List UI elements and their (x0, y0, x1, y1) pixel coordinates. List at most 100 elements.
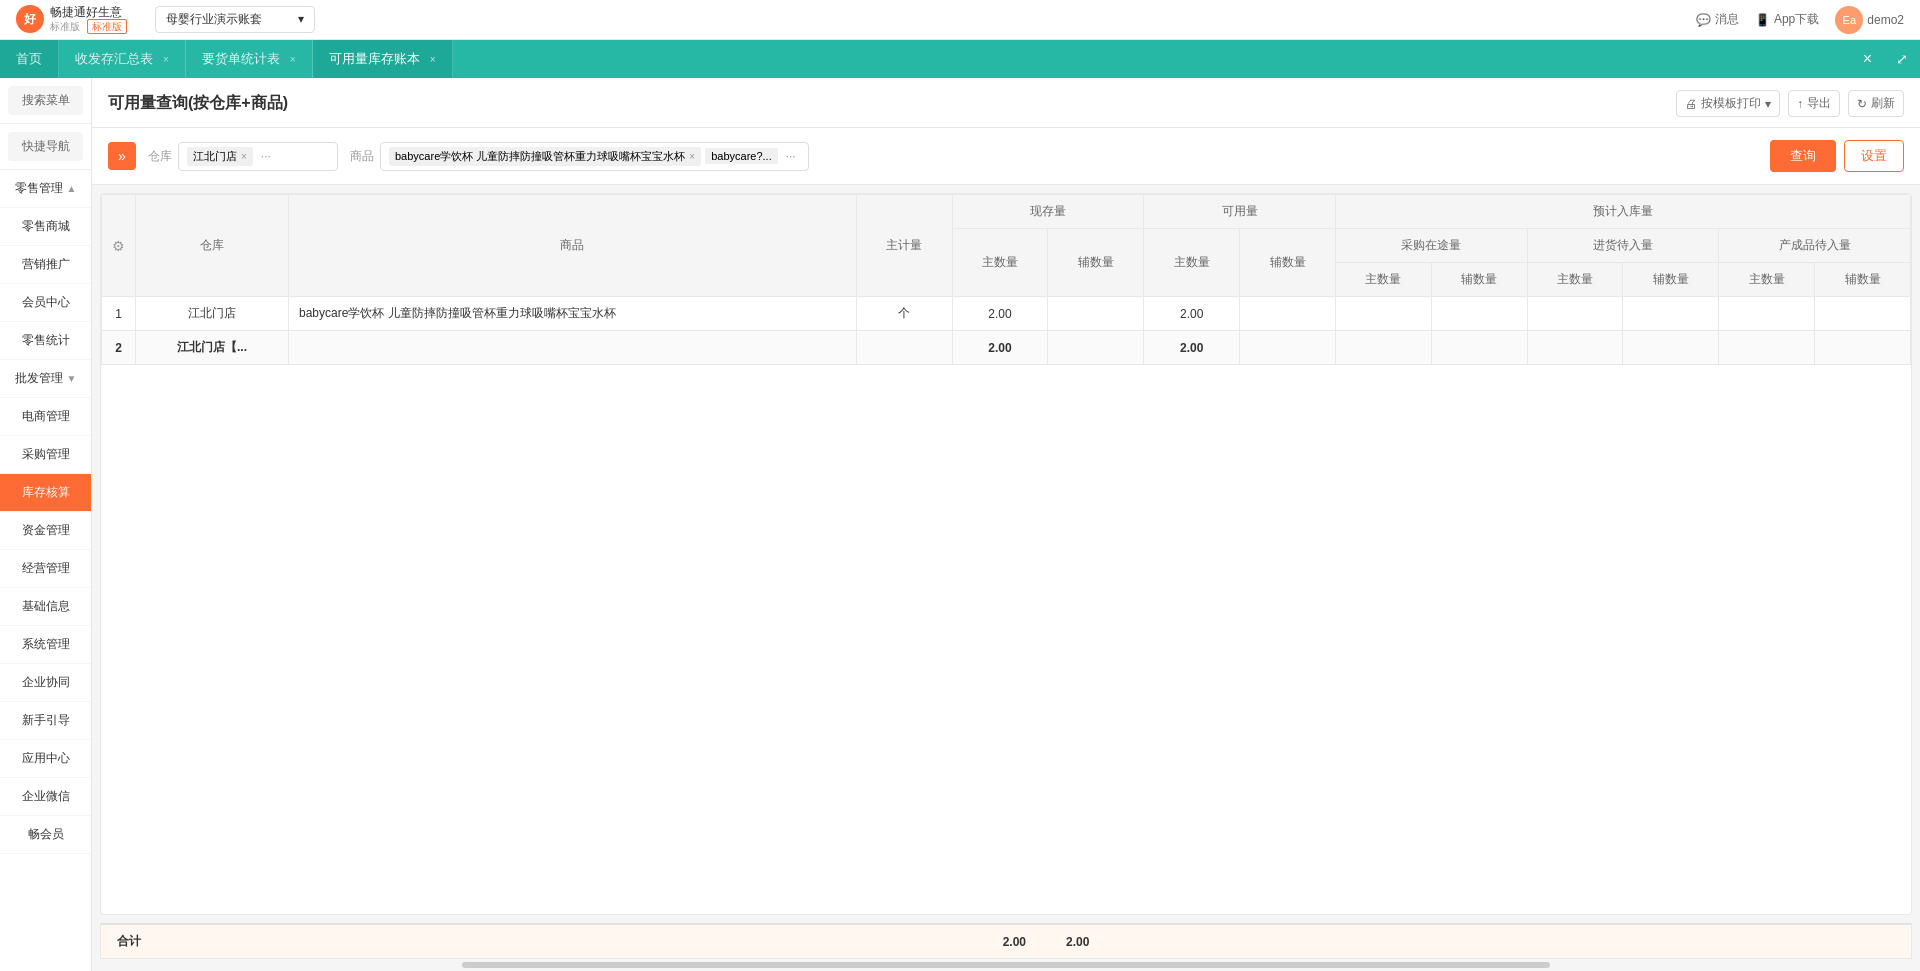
row2-unit (856, 331, 952, 365)
export-icon: ↑ (1797, 97, 1803, 111)
logo-text-block: 畅捷通好生意 标准版 标准版 (50, 5, 127, 33)
horizontal-scrollbar[interactable] (92, 959, 1920, 971)
refresh-label: 刷新 (1871, 95, 1895, 112)
product-filter-group: 商品 babycare学饮杯 儿童防摔防撞吸管杯重力球吸嘴杯宝宝水杯 × bab… (350, 142, 809, 171)
logo-text: 畅捷通好生意 (50, 5, 127, 19)
settings-btn[interactable]: 设置 (1844, 140, 1904, 172)
nav-expand-btn[interactable]: ⤢ (1884, 40, 1920, 78)
tab-home[interactable]: 首页 (0, 40, 59, 78)
page-header: 可用量查询(按仓库+商品) 🖨 按模板打印 ▾ ↑ 导出 ↻ 刷新 (92, 78, 1920, 128)
col-inbound-aux-header: 辅数量 (1623, 263, 1719, 297)
row1-index: 1 (102, 297, 136, 331)
query-btn[interactable]: 查询 (1770, 140, 1836, 172)
filter-bar: » 仓库 江北门店 × ··· 商品 babycare学饮杯 儿童防摔防撞吸管杯… (92, 128, 1920, 185)
table-row: 2 江北门店【... 2.00 2.00 (102, 331, 1911, 365)
app-download-btn[interactable]: 📱 App下载 (1755, 11, 1819, 28)
total-avail-main: 2.00 (1066, 935, 1089, 949)
sidebar-item-ecommerce[interactable]: 电商管理 (0, 398, 91, 436)
sidebar-item-vip[interactable]: 畅会员 (0, 816, 91, 854)
export-btn[interactable]: ↑ 导出 (1788, 90, 1840, 117)
row1-warehouse: 江北门店 (136, 297, 289, 331)
inventory-tab-close[interactable]: × (430, 54, 436, 65)
col-unit-header: 主计量 (856, 195, 952, 297)
logo-icon: 好 (16, 5, 44, 33)
sidebar-item-purchase[interactable]: 采购管理 (0, 436, 91, 474)
sidebar-item-wholesale-mgmt[interactable]: 批发管理 ▼ (0, 360, 91, 398)
row1-stock-aux (1048, 297, 1144, 331)
print-btn[interactable]: 🖨 按模板打印 ▾ (1676, 90, 1780, 117)
avatar: Ea (1835, 6, 1863, 34)
table-settings-icon[interactable]: ⚙ (112, 238, 125, 254)
quick-nav-btn[interactable]: 快捷导航 (8, 132, 83, 161)
orders-tab-close[interactable]: × (290, 54, 296, 65)
col-warehouse-header: 仓库 (136, 195, 289, 297)
sidebar-item-enterprise[interactable]: 企业协同 (0, 664, 91, 702)
member-center-label: 会员中心 (22, 294, 70, 311)
product-filter-tag1: babycare学饮杯 儿童防摔防撞吸管杯重力球吸嘴杯宝宝水杯 × (389, 147, 701, 166)
warehouse-filter-dots[interactable]: ··· (257, 149, 275, 163)
marketing-label: 营销推广 (22, 256, 70, 273)
message-btn[interactable]: 💬 消息 (1696, 11, 1739, 28)
sidebar-item-system[interactable]: 系统管理 (0, 626, 91, 664)
footer-total: 合计 2.00 2.00 (100, 923, 1912, 959)
sidebar-item-operations[interactable]: 经营管理 (0, 550, 91, 588)
search-menu-btn[interactable]: 搜索菜单 (8, 86, 83, 115)
sidebar-item-new-guide[interactable]: 新手引导 (0, 702, 91, 740)
col-purchase-main-header: 主数量 (1335, 263, 1431, 297)
print-label: 按模板打印 (1701, 95, 1761, 112)
tab-orders[interactable]: 要货单统计表 × (186, 40, 313, 78)
row1-avail-main: 2.00 (1144, 297, 1240, 331)
ecommerce-label: 电商管理 (22, 408, 70, 425)
finance-label: 资金管理 (22, 522, 70, 539)
tab-inventory[interactable]: 可用量库存账本 × (313, 40, 453, 78)
sidebar-item-marketing[interactable]: 营销推广 (0, 246, 91, 284)
system-label: 系统管理 (22, 636, 70, 653)
warehouse-filter-tag: 江北门店 × (187, 147, 253, 166)
row2-purchase-main (1335, 331, 1431, 365)
vip-label: 畅会员 (28, 826, 64, 843)
warehouse-tag-remove[interactable]: × (241, 151, 247, 162)
sidebar-item-member-center[interactable]: 会员中心 (0, 284, 91, 322)
sidebar-item-basic-info[interactable]: 基础信息 (0, 588, 91, 626)
row1-inbound-main (1527, 297, 1623, 331)
sidebar-item-finance[interactable]: 资金管理 (0, 512, 91, 550)
top-bar: 好 畅捷通好生意 标准版 标准版 母婴行业演示账套 ▾ 💬 消息 📱 App下载… (0, 0, 1920, 40)
row1-production-main (1719, 297, 1815, 331)
sidebar-item-retail-mall[interactable]: 零售商城 (0, 208, 91, 246)
row2-warehouse: 江北门店【... (136, 331, 289, 365)
store-selector[interactable]: 母婴行业演示账套 ▾ (155, 6, 315, 33)
sidebar-search: 搜索菜单 (0, 78, 91, 124)
row2-inbound-main (1527, 331, 1623, 365)
product-tag-value2: babycare?... (711, 150, 772, 162)
product-filter-input[interactable]: babycare学饮杯 儿童防摔防撞吸管杯重力球吸嘴杯宝宝水杯 × babyca… (380, 142, 809, 171)
purchase-label: 采购管理 (22, 446, 70, 463)
message-label: 消息 (1715, 11, 1739, 28)
warehouse-filter-input[interactable]: 江北门店 × ··· (178, 142, 338, 171)
row1-inbound-aux (1623, 297, 1719, 331)
filter-toggle-btn[interactable]: » (108, 142, 136, 170)
sidebar-item-retail-stats[interactable]: 零售统计 (0, 322, 91, 360)
message-icon: 💬 (1696, 13, 1711, 27)
print-icon: 🖨 (1685, 97, 1697, 111)
tab-receipts[interactable]: 收发存汇总表 × (59, 40, 186, 78)
receipts-tab-close[interactable]: × (163, 54, 169, 65)
nav-close-btn[interactable]: × (1851, 40, 1884, 78)
username-label: demo2 (1867, 13, 1904, 27)
retail-mall-label: 零售商城 (22, 218, 70, 235)
wholesale-mgmt-label: 批发管理 (15, 370, 63, 387)
new-guide-label: 新手引导 (22, 712, 70, 729)
product-tag1-remove[interactable]: × (689, 151, 695, 162)
sidebar: 搜索菜单 快捷导航 零售管理 ▲ 零售商城 营销推广 会员中心 零售统计 批发管… (0, 78, 92, 971)
col-avail-main-header: 主数量 (1144, 229, 1240, 297)
page-title-row: 可用量查询(按仓库+商品) 🖨 按模板打印 ▾ ↑ 导出 ↻ 刷新 (108, 90, 1904, 117)
sidebar-item-inventory-check[interactable]: 库存核算 (0, 474, 91, 512)
sidebar-item-retail-mgmt[interactable]: 零售管理 ▲ (0, 170, 91, 208)
user-profile-btn[interactable]: Ea demo2 (1835, 6, 1904, 34)
refresh-btn[interactable]: ↻ 刷新 (1848, 90, 1904, 117)
sidebar-item-app-center[interactable]: 应用中心 (0, 740, 91, 778)
sidebar-item-enterprise-wechat[interactable]: 企业微信 (0, 778, 91, 816)
product-filter-dots[interactable]: ··· (782, 149, 800, 163)
table-row: 1 江北门店 babycare学饮杯 儿童防摔防撞吸管杯重力球吸嘴杯宝宝水杯 个… (102, 297, 1911, 331)
row2-avail-main: 2.00 (1144, 331, 1240, 365)
enterprise-label: 企业协同 (22, 674, 70, 691)
